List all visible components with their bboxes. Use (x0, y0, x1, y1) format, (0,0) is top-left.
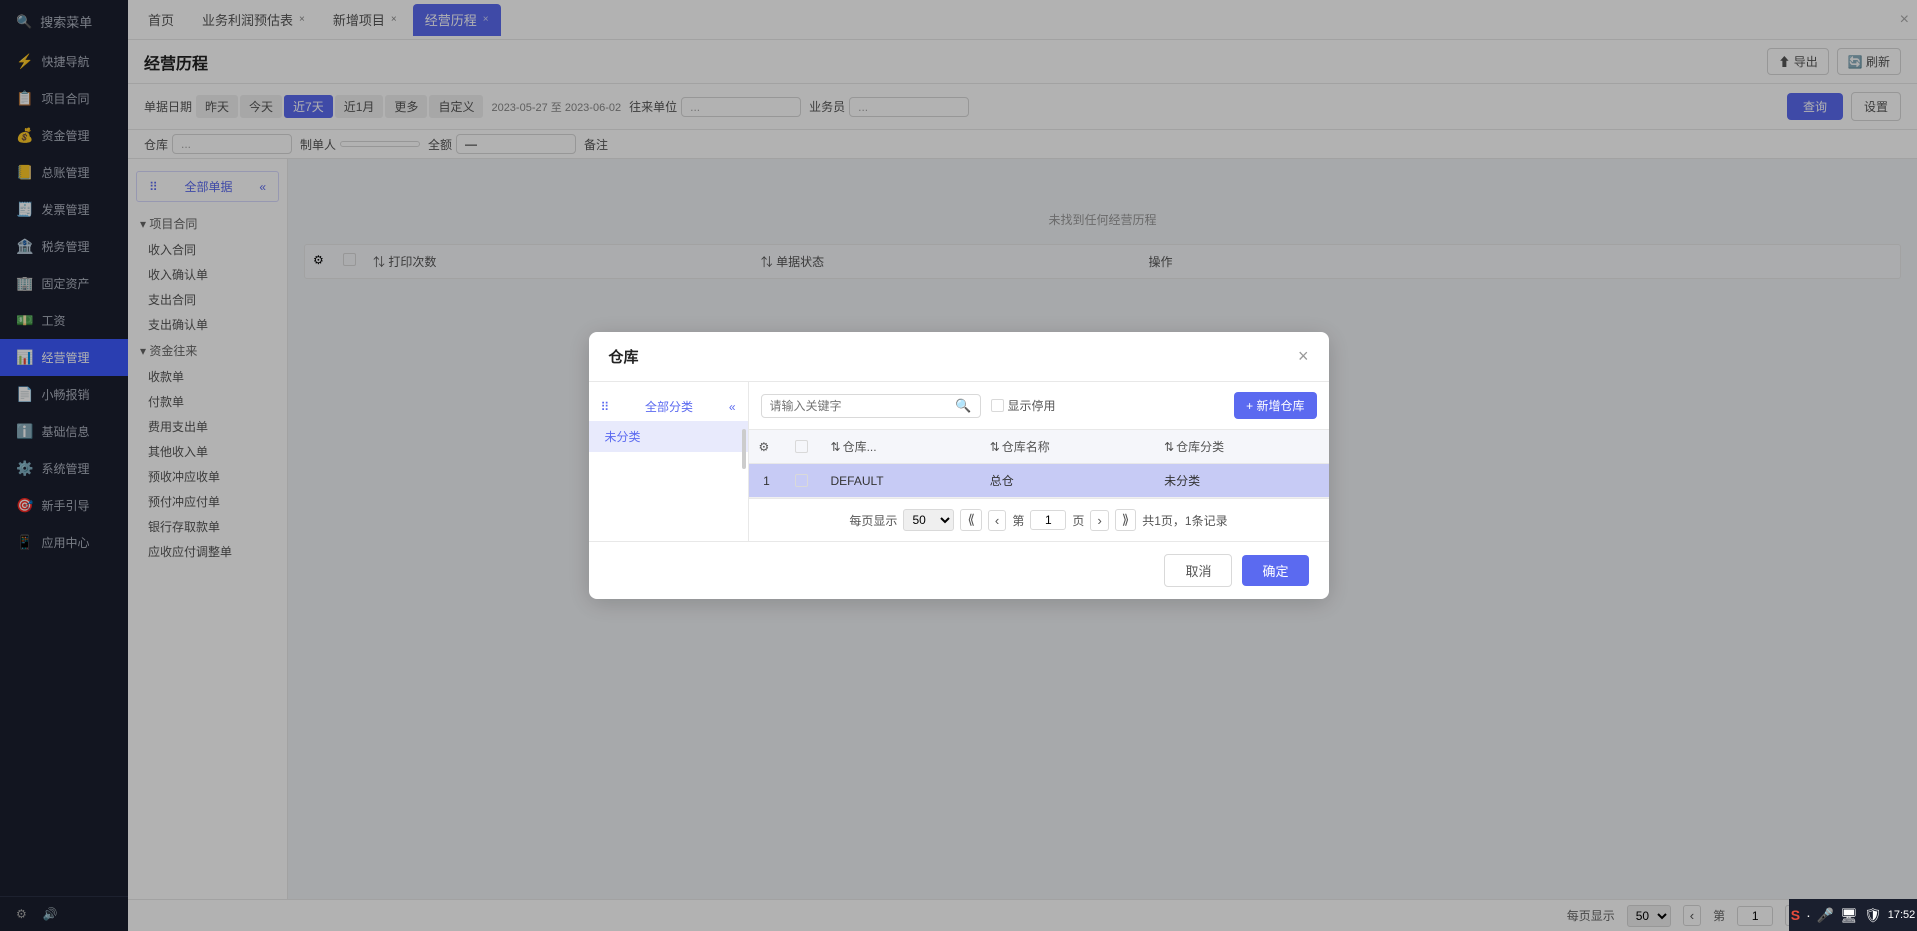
th-warehouse-name[interactable]: ⇅ 仓库名称 (980, 430, 1154, 464)
td-warehouse-code: DEFAULT (821, 464, 980, 498)
table-row[interactable]: 1 DEFAULT 总仓 未分类 (749, 464, 1329, 498)
row-checkbox-1[interactable] (795, 474, 808, 487)
all-categories-label: 全部分类 (645, 398, 693, 415)
add-warehouse-button[interactable]: + 新增仓库 (1234, 392, 1316, 419)
modal-toolbar: 🔍 显示停用 + 新增仓库 (749, 382, 1329, 430)
next-page-button[interactable]: › (1090, 510, 1108, 531)
total-info: 共1页，1条记录 (1142, 512, 1227, 529)
category-uncategorized[interactable]: 未分类 (589, 421, 748, 452)
modal-header: 仓库 × (589, 332, 1329, 382)
modal-categories-panel: ⠿ 全部分类 « 未分类 (589, 382, 749, 541)
system-tray: S · 🎤 🖥 🛡 17:52 (1789, 899, 1917, 931)
modal-footer: 取消 确定 (589, 541, 1329, 599)
tray-shield-icon: 🛡 (1864, 907, 1882, 924)
th-warehouse-code[interactable]: ⇅ 仓库... (821, 430, 980, 464)
tray-time: 17:52 (1888, 909, 1916, 921)
show-disabled-label: 显示停用 (1008, 397, 1056, 414)
tray-mic-icon: 🎤 (1817, 907, 1834, 924)
modal-close-icon[interactable]: × (1298, 346, 1309, 367)
page-label: 第 (1012, 512, 1024, 529)
td-warehouse-name: 总仓 (980, 464, 1154, 498)
first-page-button[interactable]: ⟪ (960, 509, 981, 531)
per-page-label: 每页显示 (849, 512, 897, 529)
gear-icon[interactable]: ⚙ (759, 440, 770, 454)
td-row-id: 1 (749, 464, 785, 498)
table-header: ⚙ ⇅ 仓库... (749, 430, 1329, 464)
search-box[interactable]: 🔍 (761, 394, 981, 418)
sort-icon: ⇅ (831, 440, 841, 454)
show-disabled-checkbox[interactable] (991, 399, 1004, 412)
td-checkbox[interactable] (785, 464, 821, 498)
tray-s-icon: S (1791, 907, 1800, 923)
all-categories-header[interactable]: ⠿ 全部分类 « (589, 392, 748, 421)
th-warehouse-category[interactable]: ⇅ 仓库分类 (1154, 430, 1328, 464)
warehouse-table: ⚙ ⇅ 仓库... (749, 430, 1329, 498)
search-icon: 🔍 (955, 398, 971, 414)
warehouse-modal: 仓库 × ⠿ 全部分类 « 未分类 (589, 332, 1329, 599)
td-warehouse-category: 未分类 (1154, 464, 1328, 498)
th-gear-modal: ⚙ (749, 430, 785, 464)
last-page-button[interactable]: ⟫ (1115, 509, 1136, 531)
prev-page-button[interactable]: ‹ (988, 510, 1006, 531)
modal-table-panel: 🔍 显示停用 + 新增仓库 ⚙ (749, 382, 1329, 541)
search-input[interactable] (770, 399, 956, 413)
modal-body: ⠿ 全部分类 « 未分类 (589, 382, 1329, 541)
show-disabled-toggle[interactable]: 显示停用 (991, 397, 1056, 414)
page-number-input[interactable] (1030, 510, 1066, 530)
page-suffix: 页 (1072, 512, 1084, 529)
categories-list: 未分类 (589, 421, 748, 531)
modal-overlay: 仓库 × ⠿ 全部分类 « 未分类 (0, 0, 1917, 931)
tray-screen-icon: 🖥 (1840, 907, 1858, 924)
cancel-button[interactable]: 取消 (1164, 554, 1232, 587)
grid-icon: ⠿ (601, 400, 610, 414)
confirm-button[interactable]: 确定 (1242, 555, 1308, 586)
per-page-select[interactable]: 50 10 20 100 (903, 509, 954, 531)
th-select-all[interactable] (785, 430, 821, 464)
modal-pagination: 每页显示 50 10 20 100 ⟪ ‹ 第 页 › ⟫ 共1页，1条记录 (749, 498, 1329, 541)
select-all-checkbox[interactable] (795, 440, 808, 453)
tray-dot-icon: · (1806, 907, 1811, 923)
modal-title: 仓库 (609, 346, 639, 367)
sort-icon-3: ⇅ (1164, 440, 1174, 454)
collapse-panel-icon[interactable]: « (729, 400, 736, 414)
sort-icon-2: ⇅ (990, 440, 1000, 454)
